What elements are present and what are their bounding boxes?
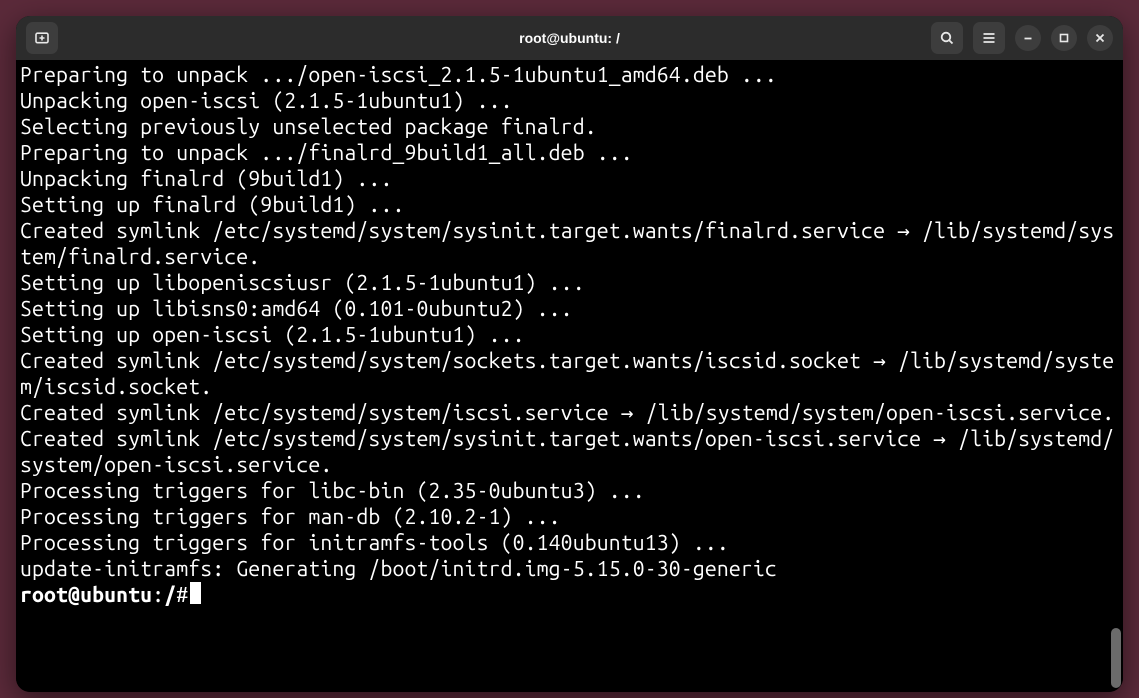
minimize-button[interactable] (1015, 25, 1041, 51)
close-button[interactable] (1087, 25, 1113, 51)
titlebar: root@ubuntu: / (16, 16, 1123, 60)
search-icon (939, 30, 955, 46)
minimize-icon (1022, 32, 1034, 44)
terminal-window: root@ubuntu: / (16, 16, 1123, 692)
cursor-icon (190, 582, 201, 604)
search-button[interactable] (931, 22, 963, 54)
output-line: Created symlink /etc/systemd/system/sysi… (20, 427, 1114, 477)
new-tab-icon (33, 29, 51, 47)
scrollbar-track[interactable] (1111, 60, 1121, 688)
hamburger-menu-icon (981, 30, 997, 46)
output-line: Created symlink /etc/systemd/system/iscs… (20, 401, 1114, 425)
output-line: Setting up open-iscsi (2.1.5-1ubuntu1) .… (20, 323, 525, 347)
terminal-output[interactable]: Preparing to unpack .../open-iscsi_2.1.5… (16, 60, 1123, 692)
output-line: Preparing to unpack .../open-iscsi_2.1.5… (20, 63, 777, 87)
output-line: Created symlink /etc/systemd/system/sysi… (20, 219, 1114, 269)
output-line: Preparing to unpack .../finalrd_9build1_… (20, 141, 633, 165)
close-icon (1094, 32, 1106, 44)
output-line: Setting up finalrd (9build1) ... (20, 193, 404, 217)
new-tab-button[interactable] (26, 22, 58, 54)
maximize-icon (1058, 32, 1070, 44)
output-line: Processing triggers for libc-bin (2.35-0… (20, 479, 645, 503)
prompt-user-host: root@ubuntu (20, 583, 152, 607)
output-line: Setting up libisns0:amd64 (0.101-0ubuntu… (20, 297, 573, 321)
scrollbar-thumb[interactable] (1111, 628, 1121, 688)
output-line: Selecting previously unselected package … (20, 115, 597, 139)
output-line: update-initramfs: Generating /boot/initr… (20, 557, 777, 581)
output-line: Processing triggers for man-db (2.10.2-1… (20, 505, 561, 529)
output-line: Unpacking finalrd (9build1) ... (20, 167, 392, 191)
menu-button[interactable] (973, 22, 1005, 54)
output-line: Setting up libopeniscsiusr (2.1.5-1ubunt… (20, 271, 585, 295)
prompt-sep: : (152, 583, 164, 607)
output-line: Unpacking open-iscsi (2.1.5-1ubuntu1) ..… (20, 89, 513, 113)
output-line: Created symlink /etc/systemd/system/sock… (20, 349, 1114, 399)
maximize-button[interactable] (1051, 25, 1077, 51)
prompt-symbol: # (176, 583, 188, 607)
output-line: Processing triggers for initramfs-tools … (20, 531, 729, 555)
prompt-path: / (164, 583, 176, 607)
